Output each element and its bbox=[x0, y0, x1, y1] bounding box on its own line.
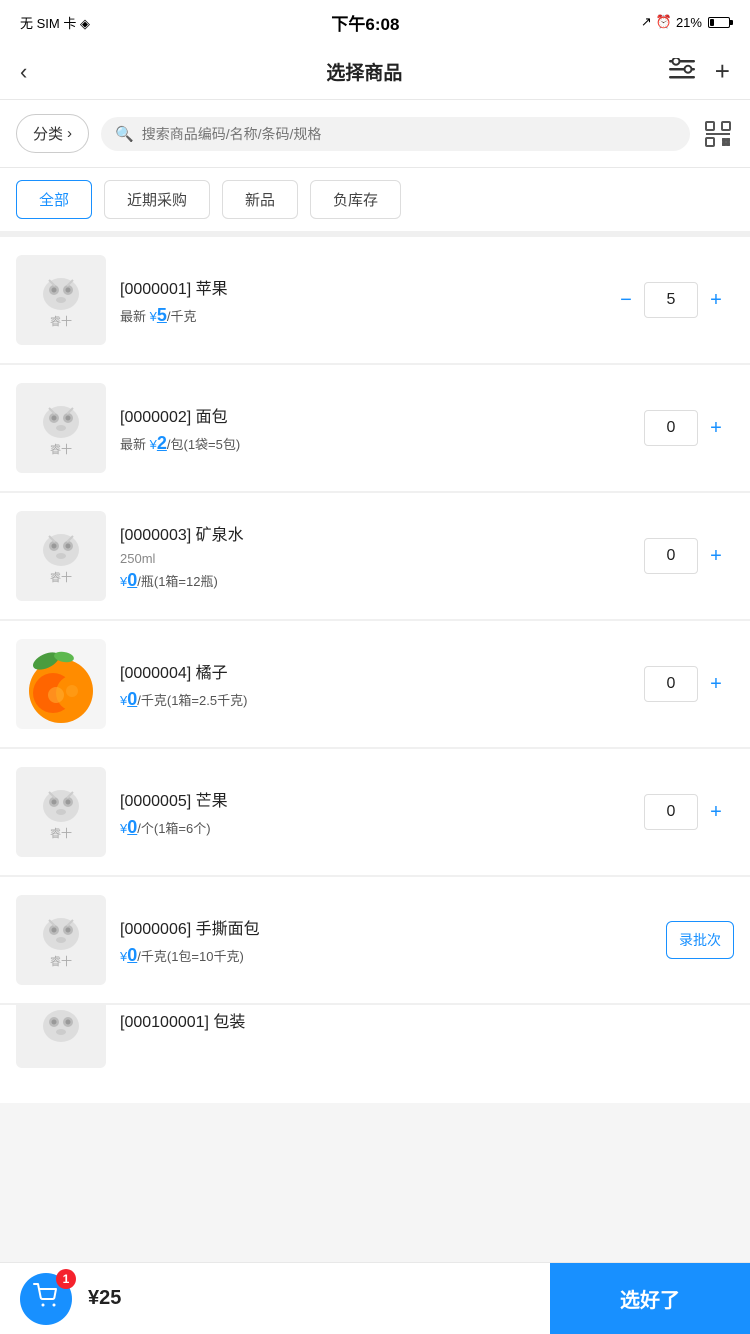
product-image-3 bbox=[16, 639, 106, 729]
battery-percent: 21% bbox=[676, 15, 702, 30]
product-image-2: 睿十 bbox=[16, 511, 106, 601]
placeholder-logo: 睿十 bbox=[39, 528, 83, 585]
search-input[interactable] bbox=[142, 126, 676, 142]
category-chevron: › bbox=[67, 125, 72, 142]
cart-total: ¥25 bbox=[88, 1287, 121, 1310]
status-right: ↗ ⏰ 21% bbox=[641, 14, 730, 30]
list-item: 睿十 [0000002] 面包 最新 ¥2/包(1袋=5包) + bbox=[0, 365, 750, 491]
product-info: [0000002] 面包 最新 ¥2/包(1袋=5包) bbox=[120, 403, 630, 454]
filter-search-bar: 分类 › 🔍 bbox=[0, 100, 750, 168]
record-batch-button[interactable]: 录批次 bbox=[666, 921, 734, 959]
decrease-button[interactable]: − bbox=[608, 282, 644, 318]
quantity-input[interactable] bbox=[644, 666, 698, 702]
product-price: ¥0/千克(1包=10千克) bbox=[120, 945, 652, 966]
product-price: 最新 ¥5/千克 bbox=[120, 305, 594, 326]
tab-new[interactable]: 新品 bbox=[222, 180, 298, 219]
search-icon: 🔍 bbox=[115, 125, 134, 143]
logo-text: 睿十 bbox=[50, 825, 72, 841]
quantity-control: + bbox=[644, 410, 734, 446]
product-image-6 bbox=[16, 1005, 106, 1068]
quantity-input[interactable] bbox=[644, 410, 698, 446]
product-name: [0000002] 面包 bbox=[120, 403, 630, 427]
cart-icon bbox=[33, 1283, 59, 1314]
product-info: [0000006] 手撕面包 ¥0/千克(1包=10千克) bbox=[120, 915, 652, 966]
page-title: 选择商品 bbox=[326, 58, 402, 85]
cart-badge: 1 bbox=[56, 1269, 76, 1289]
back-button[interactable]: ‹ bbox=[20, 59, 60, 85]
scan-icon[interactable] bbox=[702, 118, 734, 150]
product-name: [0000004] 橘子 bbox=[120, 659, 630, 683]
product-info: [0000005] 芒果 ¥0/个(1箱=6个) bbox=[120, 787, 630, 838]
filter-icon[interactable] bbox=[669, 58, 695, 86]
logo-text: 睿十 bbox=[50, 313, 72, 329]
cart-button[interactable]: 1 bbox=[20, 1273, 72, 1325]
add-icon[interactable]: + bbox=[715, 56, 730, 87]
product-image-5: 睿十 bbox=[16, 895, 106, 985]
nav-right: + bbox=[669, 56, 730, 87]
location-icon: ↗ bbox=[641, 14, 652, 30]
quantity-control: + bbox=[644, 538, 734, 574]
cart-section: 1 ¥25 bbox=[0, 1273, 121, 1325]
placeholder-logo: 睿十 bbox=[39, 272, 83, 329]
list-item: [0000004] 橘子 ¥0/千克(1箱=2.5千克) + bbox=[0, 621, 750, 747]
increase-button[interactable]: + bbox=[698, 666, 734, 702]
status-bar: 无 SIM 卡 ◈ 下午6:08 ↗ ⏰ 21% bbox=[0, 0, 750, 44]
search-box: 🔍 bbox=[101, 117, 690, 151]
product-info: [000100001] 包装 bbox=[120, 1008, 734, 1038]
product-name: [0000005] 芒果 bbox=[120, 787, 630, 811]
product-price: ¥0/千克(1箱=2.5千克) bbox=[120, 689, 630, 710]
product-info: [0000003] 矿泉水 250ml ¥0/瓶(1箱=12瓶) bbox=[120, 521, 630, 591]
placeholder-logo: 睿十 bbox=[39, 400, 83, 457]
list-item: 睿十 [0000006] 手撕面包 ¥0/千克(1包=10千克) 录批次 bbox=[0, 877, 750, 1003]
tab-recent[interactable]: 近期采购 bbox=[104, 180, 210, 219]
confirm-button[interactable]: 选好了 bbox=[550, 1263, 750, 1334]
nav-bar: ‹ 选择商品 + bbox=[0, 44, 750, 100]
product-name: [0000001] 苹果 bbox=[120, 275, 594, 299]
battery-icon bbox=[708, 17, 730, 28]
status-time: 下午6:08 bbox=[331, 10, 399, 35]
list-item: [000100001] 包装 bbox=[0, 1005, 750, 1103]
increase-button[interactable]: + bbox=[698, 794, 734, 830]
tab-all[interactable]: 全部 bbox=[16, 180, 92, 219]
quantity-control: + bbox=[644, 666, 734, 702]
logo-text: 睿十 bbox=[50, 441, 72, 457]
status-left: 无 SIM 卡 ◈ bbox=[20, 13, 90, 32]
quantity-control: − + bbox=[608, 282, 734, 318]
increase-button[interactable]: + bbox=[698, 538, 734, 574]
quantity-control: + bbox=[644, 794, 734, 830]
increase-button[interactable]: + bbox=[698, 410, 734, 446]
product-image-0: 睿十 bbox=[16, 255, 106, 345]
product-info: [0000004] 橘子 ¥0/千克(1箱=2.5千克) bbox=[120, 659, 630, 710]
list-item: 睿十 [0000001] 苹果 最新 ¥5/千克 − + bbox=[0, 237, 750, 363]
product-list: 睿十 [0000001] 苹果 最新 ¥5/千克 − + bbox=[0, 237, 750, 1103]
list-item: 睿十 [0000005] 芒果 ¥0/个(1箱=6个) + bbox=[0, 749, 750, 875]
placeholder-logo bbox=[39, 1005, 83, 1042]
product-name: [0000006] 手撕面包 bbox=[120, 915, 652, 939]
tab-negative-stock[interactable]: 负库存 bbox=[310, 180, 401, 219]
product-name: [0000003] 矿泉水 bbox=[120, 521, 630, 545]
product-price: ¥0/瓶(1箱=12瓶) bbox=[120, 570, 630, 591]
tab-bar: 全部 近期采购 新品 负库存 bbox=[0, 168, 750, 237]
product-price: 最新 ¥2/包(1袋=5包) bbox=[120, 433, 630, 454]
product-image-1: 睿十 bbox=[16, 383, 106, 473]
quantity-input[interactable] bbox=[644, 282, 698, 318]
product-image-4: 睿十 bbox=[16, 767, 106, 857]
quantity-input[interactable] bbox=[644, 794, 698, 830]
quantity-input[interactable] bbox=[644, 538, 698, 574]
product-name: [000100001] 包装 bbox=[120, 1008, 734, 1032]
bottom-bar: 1 ¥25 选好了 bbox=[0, 1262, 750, 1334]
placeholder-logo: 睿十 bbox=[39, 912, 83, 969]
product-price: ¥0/个(1箱=6个) bbox=[120, 817, 630, 838]
logo-text: 睿十 bbox=[50, 569, 72, 585]
alarm-icon: ⏰ bbox=[656, 14, 672, 30]
category-label: 分类 bbox=[33, 123, 63, 144]
product-info: [0000001] 苹果 最新 ¥5/千克 bbox=[120, 275, 594, 326]
category-button[interactable]: 分类 › bbox=[16, 114, 89, 153]
placeholder-logo: 睿十 bbox=[39, 784, 83, 841]
product-spec: 250ml bbox=[120, 551, 630, 566]
list-item: 睿十 [0000003] 矿泉水 250ml ¥0/瓶(1箱=12瓶) + bbox=[0, 493, 750, 619]
increase-button[interactable]: + bbox=[698, 282, 734, 318]
logo-text: 睿十 bbox=[50, 953, 72, 969]
